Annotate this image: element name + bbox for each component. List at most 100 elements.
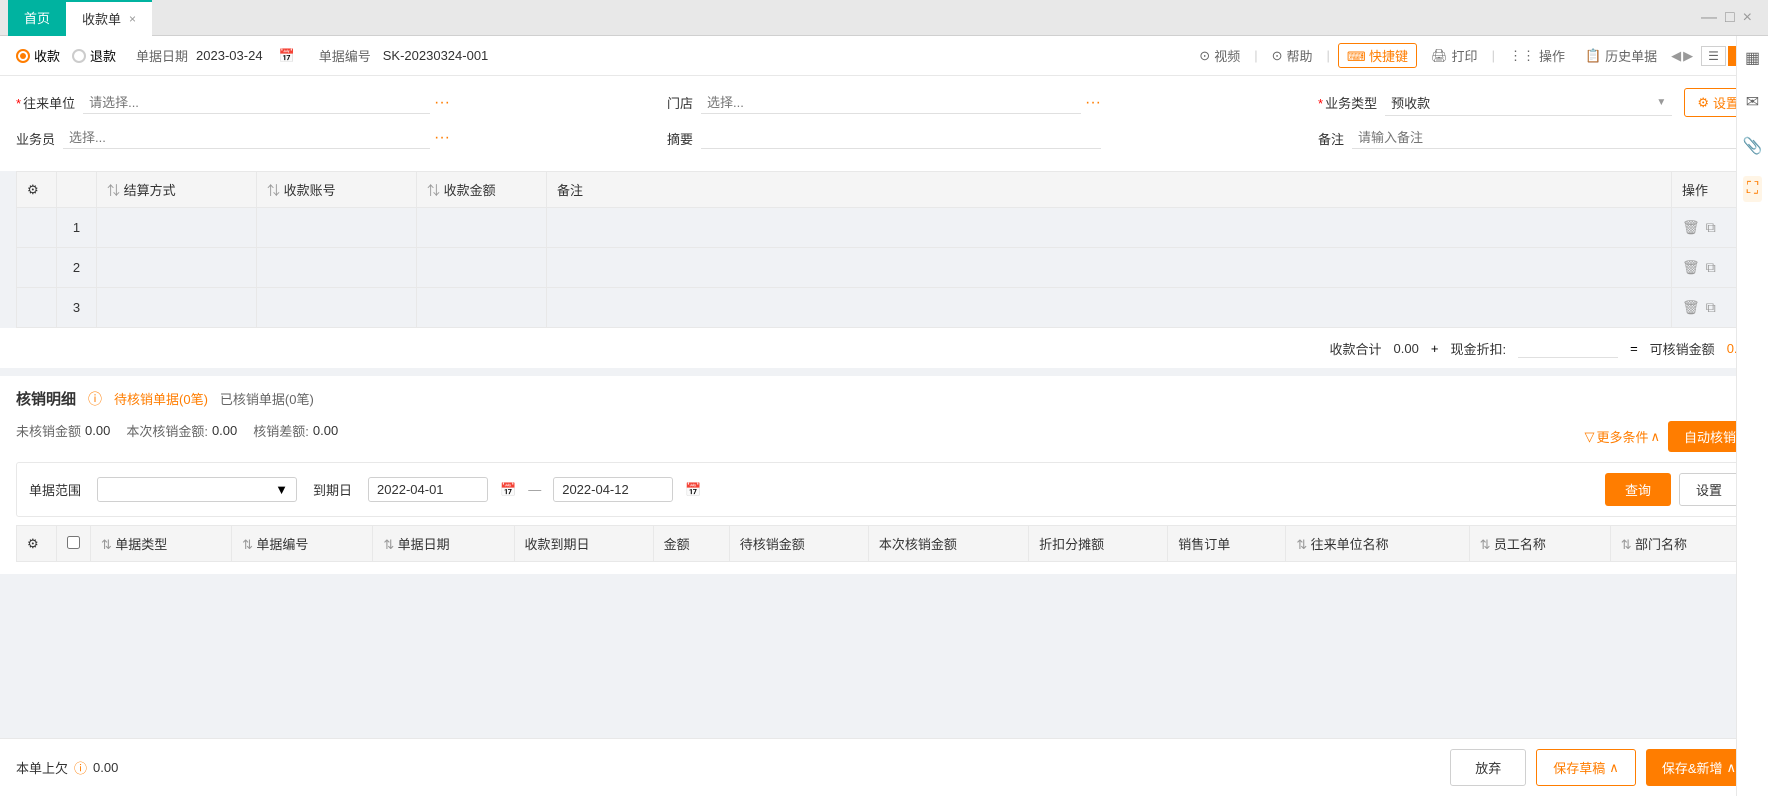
more-conditions-btn[interactable]: ▽ 更多条件 ∧ bbox=[1584, 427, 1660, 446]
win-close-btn[interactable]: × bbox=[1743, 9, 1752, 27]
sort-bth-type: ⇅ bbox=[101, 537, 112, 552]
bth-employee: ⇅ 员工名称 bbox=[1469, 526, 1610, 562]
counterpart-more-icon[interactable]: ··· bbox=[434, 95, 450, 111]
th-settings[interactable]: ⚙ bbox=[17, 172, 57, 208]
date-from-input[interactable] bbox=[368, 477, 488, 502]
range-select[interactable]: ▼ bbox=[97, 477, 297, 502]
draft-label: 保存草稿 bbox=[1553, 758, 1605, 777]
col-amount-label: 收款金额 bbox=[444, 183, 496, 198]
tab-receipts[interactable]: 收款单 × bbox=[66, 0, 152, 36]
select-all-checkbox[interactable] bbox=[67, 536, 80, 549]
draft-btn[interactable]: 保存草稿 ∧ bbox=[1536, 749, 1636, 786]
bottom-table-wrap: ⚙ ⇅ 单据类型 ⇅ 单据编号 ⇅ 单据日期 bbox=[16, 525, 1752, 562]
history-btn[interactable]: 📋 历史单据 bbox=[1579, 44, 1663, 67]
next-arrow[interactable]: ▶ bbox=[1683, 48, 1693, 64]
counterpart-input[interactable] bbox=[83, 92, 430, 114]
prev-arrow[interactable]: ◀ bbox=[1671, 48, 1681, 64]
right-sidebar: ▦ ✉ 📎 ⛶ bbox=[1736, 36, 1768, 796]
td-amount-1[interactable] bbox=[417, 208, 547, 248]
sidebar-email-icon[interactable]: ✉ bbox=[1742, 88, 1763, 116]
bth-settings[interactable]: ⚙ bbox=[17, 526, 57, 562]
bth-dept-label: 部门名称 bbox=[1635, 537, 1687, 552]
sidebar-table-icon[interactable]: ▦ bbox=[1741, 44, 1764, 72]
copy-icon-3[interactable]: ⧉ bbox=[1706, 299, 1716, 316]
pending-tab[interactable]: 待核销单据(0笔) bbox=[114, 389, 208, 408]
query-btn[interactable]: 查询 bbox=[1605, 473, 1671, 506]
win-max-btn[interactable]: □ bbox=[1725, 9, 1735, 27]
td-remark-1[interactable] bbox=[547, 208, 1672, 248]
list-view-btn[interactable]: ☰ bbox=[1701, 46, 1726, 66]
store-input[interactable] bbox=[701, 92, 1081, 114]
sidebar-attachment-icon[interactable]: 📎 bbox=[1739, 132, 1767, 160]
done-tab[interactable]: 已核销单据(0笔) bbox=[220, 389, 314, 408]
abandon-btn[interactable]: 放弃 bbox=[1450, 749, 1526, 786]
help-btn[interactable]: ⊙ 帮助 bbox=[1266, 44, 1319, 67]
store-more-icon[interactable]: ··· bbox=[1085, 95, 1101, 111]
footer-info-value: 0.00 bbox=[93, 760, 118, 775]
radio-refund[interactable]: 退款 bbox=[72, 46, 116, 65]
operation-btn[interactable]: ⋮⋮ 操作 bbox=[1503, 44, 1571, 67]
operation-icon: ⋮⋮ bbox=[1509, 48, 1535, 64]
delete-icon-1[interactable]: 🗑 bbox=[1682, 219, 1700, 236]
date-label: 单据日期 bbox=[136, 46, 188, 65]
bth-checkbox[interactable] bbox=[57, 526, 91, 562]
help-label: 帮助 bbox=[1287, 46, 1313, 65]
td-method-2[interactable] bbox=[97, 248, 257, 288]
td-account-1[interactable] bbox=[257, 208, 417, 248]
tab-close-icon[interactable]: × bbox=[129, 12, 136, 26]
td-remark-2[interactable] bbox=[547, 248, 1672, 288]
salesperson-more-icon[interactable]: ··· bbox=[434, 130, 450, 146]
business-type-select[interactable]: 预收款 ▼ bbox=[1385, 90, 1672, 116]
date-value: 2023-03-24 bbox=[196, 48, 263, 63]
summary-input[interactable] bbox=[701, 127, 1101, 149]
calendar-to-icon[interactable]: 📅 bbox=[685, 482, 701, 498]
td-method-3[interactable] bbox=[97, 288, 257, 328]
date-to-input[interactable] bbox=[553, 477, 673, 502]
tab-home[interactable]: 首页 bbox=[8, 0, 66, 36]
sort-bth-cp: ⇅ bbox=[1296, 537, 1307, 552]
win-min-btn[interactable]: — bbox=[1701, 9, 1717, 27]
delete-icon-3[interactable]: 🗑 bbox=[1682, 299, 1700, 316]
salesperson-label: 业务员 bbox=[16, 129, 55, 148]
filter-icon: ▽ bbox=[1584, 429, 1594, 445]
settings-gear-icon: ⚙ bbox=[27, 182, 39, 197]
filter-settings-btn[interactable]: 设置 bbox=[1679, 473, 1739, 506]
verif-stats: 未核销金额 0.00 本次核销金额: 0.00 核销差额: 0.00 bbox=[16, 421, 338, 440]
shortcut-btn[interactable]: ⌨ 快捷键 bbox=[1338, 43, 1417, 68]
video-icon: ⊙ bbox=[1199, 48, 1210, 64]
verif-info-icon[interactable]: ⓘ bbox=[88, 389, 102, 409]
calendar-from-icon[interactable]: 📅 bbox=[500, 482, 516, 498]
td-account-2[interactable] bbox=[257, 248, 417, 288]
salesperson-input[interactable] bbox=[63, 127, 430, 149]
td-method-1[interactable] bbox=[97, 208, 257, 248]
radio-receive-label: 收款 bbox=[34, 46, 60, 65]
bth-dept: ⇅ 部门名称 bbox=[1610, 526, 1751, 562]
discount-input[interactable] bbox=[1518, 338, 1618, 358]
bth-discount-label: 折扣分摊额 bbox=[1039, 537, 1104, 552]
footer-info-icon[interactable]: ⓘ bbox=[74, 758, 87, 777]
print-icon: 🖨 bbox=[1431, 48, 1448, 64]
video-btn[interactable]: ⊙ 视频 bbox=[1193, 44, 1246, 67]
nav-arrows: ◀ ▶ bbox=[1671, 48, 1693, 64]
current-label: 本次核销金额: bbox=[126, 421, 208, 440]
more-conditions-label: 更多条件 bbox=[1596, 427, 1648, 446]
td-amount-2[interactable] bbox=[417, 248, 547, 288]
salesperson-field: 业务员 ··· bbox=[16, 127, 450, 149]
delete-icon-2[interactable]: 🗑 bbox=[1682, 259, 1700, 276]
discount-label: 现金折扣: bbox=[1450, 339, 1506, 358]
radio-receive[interactable]: 收款 bbox=[16, 46, 60, 65]
td-remark-3[interactable] bbox=[547, 288, 1672, 328]
remark-input[interactable] bbox=[1352, 127, 1752, 149]
form-row-2: 业务员 ··· 摘要 备注 bbox=[16, 127, 1752, 149]
td-settings-1 bbox=[17, 208, 57, 248]
td-amount-3[interactable] bbox=[417, 288, 547, 328]
td-account-3[interactable] bbox=[257, 288, 417, 328]
print-btn[interactable]: 🖨 打印 bbox=[1425, 44, 1484, 67]
diff-stat: 核销差额: 0.00 bbox=[253, 421, 338, 440]
sort-icon: ⇅ bbox=[107, 183, 120, 198]
sidebar-expand-icon[interactable]: ⛶ bbox=[1743, 176, 1762, 202]
calendar-icon[interactable]: 📅 bbox=[275, 46, 299, 66]
copy-icon-1[interactable]: ⧉ bbox=[1706, 219, 1716, 236]
copy-icon-2[interactable]: ⧉ bbox=[1706, 259, 1716, 276]
tab-home-label: 首页 bbox=[24, 8, 50, 27]
